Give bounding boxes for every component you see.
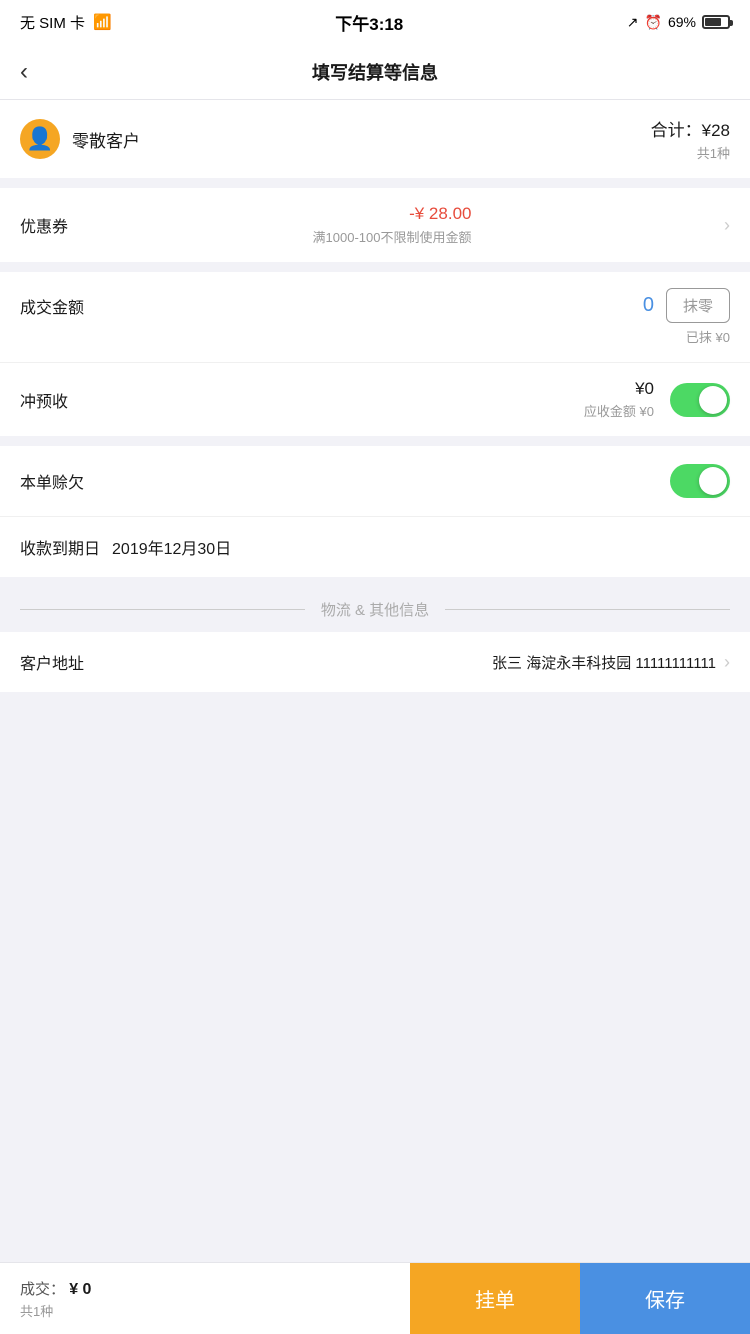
hang-order-button[interactable]: 挂单 xyxy=(410,1263,580,1334)
battery-fill xyxy=(705,18,721,26)
divider-1 xyxy=(0,178,750,188)
amount-row: 成交金额 0 抹零 xyxy=(20,288,730,323)
location-icon: ↗ xyxy=(627,14,639,31)
status-bar: 无 SIM 卡 📶 下午3:18 ↗ ⏰ 69% xyxy=(0,0,750,44)
status-left: 无 SIM 卡 📶 xyxy=(20,12,112,33)
alarm-icon: ⏰ xyxy=(645,14,662,31)
duedate-section: 收款到期日 2019年12月30日 xyxy=(0,516,750,577)
address-section[interactable]: 客户地址 张三 海淀永丰科技园 11111111111 › xyxy=(0,632,750,692)
customer-name: 零散客户 xyxy=(72,127,140,152)
coupon-right: -¥ 28.00 满1000-100不限制使用金额 xyxy=(313,204,472,246)
debit-label: 本单赊欠 xyxy=(20,469,84,493)
battery-percent: 69% xyxy=(668,14,696,30)
duedate-value: 2019年12月30日 xyxy=(112,535,231,559)
status-time: 下午3:18 xyxy=(335,10,403,35)
prepay-right: ¥0 应收金额 ¥0 xyxy=(584,379,730,420)
logistics-header-text: 物流 & 其他信息 xyxy=(305,599,445,620)
duedate-label: 收款到期日 xyxy=(20,535,100,559)
coupon-sub: 满1000-100不限制使用金额 xyxy=(313,227,472,246)
deal-amount-sub: 已抹 ¥0 xyxy=(20,327,730,346)
prepay-toggle[interactable] xyxy=(670,383,730,417)
prepay-sub: 应收金额 ¥0 xyxy=(584,401,654,420)
back-button[interactable]: ‹ xyxy=(12,50,36,94)
amount-section: 成交金额 0 抹零 已抹 ¥0 xyxy=(0,272,750,362)
bottom-deal-label: 成交： xyxy=(20,1281,65,1298)
status-right: ↗ ⏰ 69% xyxy=(627,14,730,31)
wifi-icon: 📶 xyxy=(93,13,112,31)
divider-4 xyxy=(0,577,750,587)
address-chevron-icon: › xyxy=(724,652,730,673)
divider-3 xyxy=(0,436,750,446)
nav-bar: ‹ 填写结算等信息 xyxy=(0,44,750,100)
avatar-icon: 👤 xyxy=(26,126,53,152)
prepay-section: 冲预收 ¥0 应收金额 ¥0 xyxy=(0,362,750,436)
debit-toggle[interactable] xyxy=(670,464,730,498)
debit-section: 本单赊欠 收款到期日 2019年12月30日 xyxy=(0,446,750,577)
prepay-row: 冲预收 ¥0 应收金额 ¥0 xyxy=(20,379,730,420)
bottom-bar: 成交： ¥ 0 共1种 挂单 保存 xyxy=(0,1262,750,1334)
carrier-text: 无 SIM 卡 xyxy=(20,12,85,33)
logistics-header: 物流 & 其他信息 xyxy=(0,587,750,632)
total-amount: 合计：¥28 xyxy=(651,116,730,141)
address-row[interactable]: 客户地址 张三 海淀永丰科技园 11111111111 › xyxy=(0,632,750,692)
duedate-row: 收款到期日 2019年12月30日 xyxy=(20,535,730,559)
address-label: 客户地址 xyxy=(20,650,84,674)
amount-right: 0 抹零 xyxy=(643,288,730,323)
deal-amount-value: 0 xyxy=(643,294,654,317)
prepay-value-col: ¥0 应收金额 ¥0 xyxy=(584,379,654,420)
deal-amount-section: 成交金额 0 抹零 已抹 ¥0 冲预收 ¥0 应收金额 ¥0 xyxy=(0,272,750,436)
coupon-label: 优惠券 xyxy=(20,213,68,237)
bottom-info: 成交： ¥ 0 共1种 xyxy=(0,1270,410,1328)
header-line-left xyxy=(20,609,305,610)
total-count: 共1种 xyxy=(651,143,730,162)
debit-toggle-knob xyxy=(699,467,727,495)
customer-row: 👤 零散客户 合计：¥28 共1种 xyxy=(0,100,750,178)
coupon-chevron-icon: › xyxy=(724,215,730,236)
save-button[interactable]: 保存 xyxy=(580,1263,750,1334)
nav-title: 填写结算等信息 xyxy=(312,59,438,85)
battery-bar xyxy=(702,15,730,29)
main-scroll: 👤 零散客户 合计：¥28 共1种 优惠券 -¥ 28.00 满1000-100… xyxy=(0,100,750,772)
bottom-deal-row: 成交： ¥ 0 xyxy=(20,1278,390,1299)
customer-section: 👤 零散客户 合计：¥28 共1种 xyxy=(0,100,750,178)
address-value: 张三 海淀永丰科技园 11111111111 xyxy=(100,652,716,673)
debit-row: 本单赊欠 xyxy=(0,446,750,516)
bottom-count: 共1种 xyxy=(20,1301,390,1320)
header-line-right xyxy=(445,609,730,610)
coupon-section[interactable]: 优惠券 -¥ 28.00 满1000-100不限制使用金额 › xyxy=(0,188,750,262)
coupon-row[interactable]: 优惠券 -¥ 28.00 满1000-100不限制使用金额 › xyxy=(0,188,750,262)
toggle-knob xyxy=(699,386,727,414)
deal-amount-label: 成交金额 xyxy=(20,294,84,318)
customer-right: 合计：¥28 共1种 xyxy=(651,116,730,162)
round-zero-button[interactable]: 抹零 xyxy=(666,288,730,323)
coupon-value: -¥ 28.00 xyxy=(409,204,471,224)
customer-left: 👤 零散客户 xyxy=(20,119,140,159)
prepay-value: ¥0 xyxy=(584,379,654,399)
bottom-deal-amount: ¥ 0 xyxy=(69,1281,91,1298)
divider-2 xyxy=(0,262,750,272)
prepay-label: 冲预收 xyxy=(20,388,68,412)
avatar: 👤 xyxy=(20,119,60,159)
